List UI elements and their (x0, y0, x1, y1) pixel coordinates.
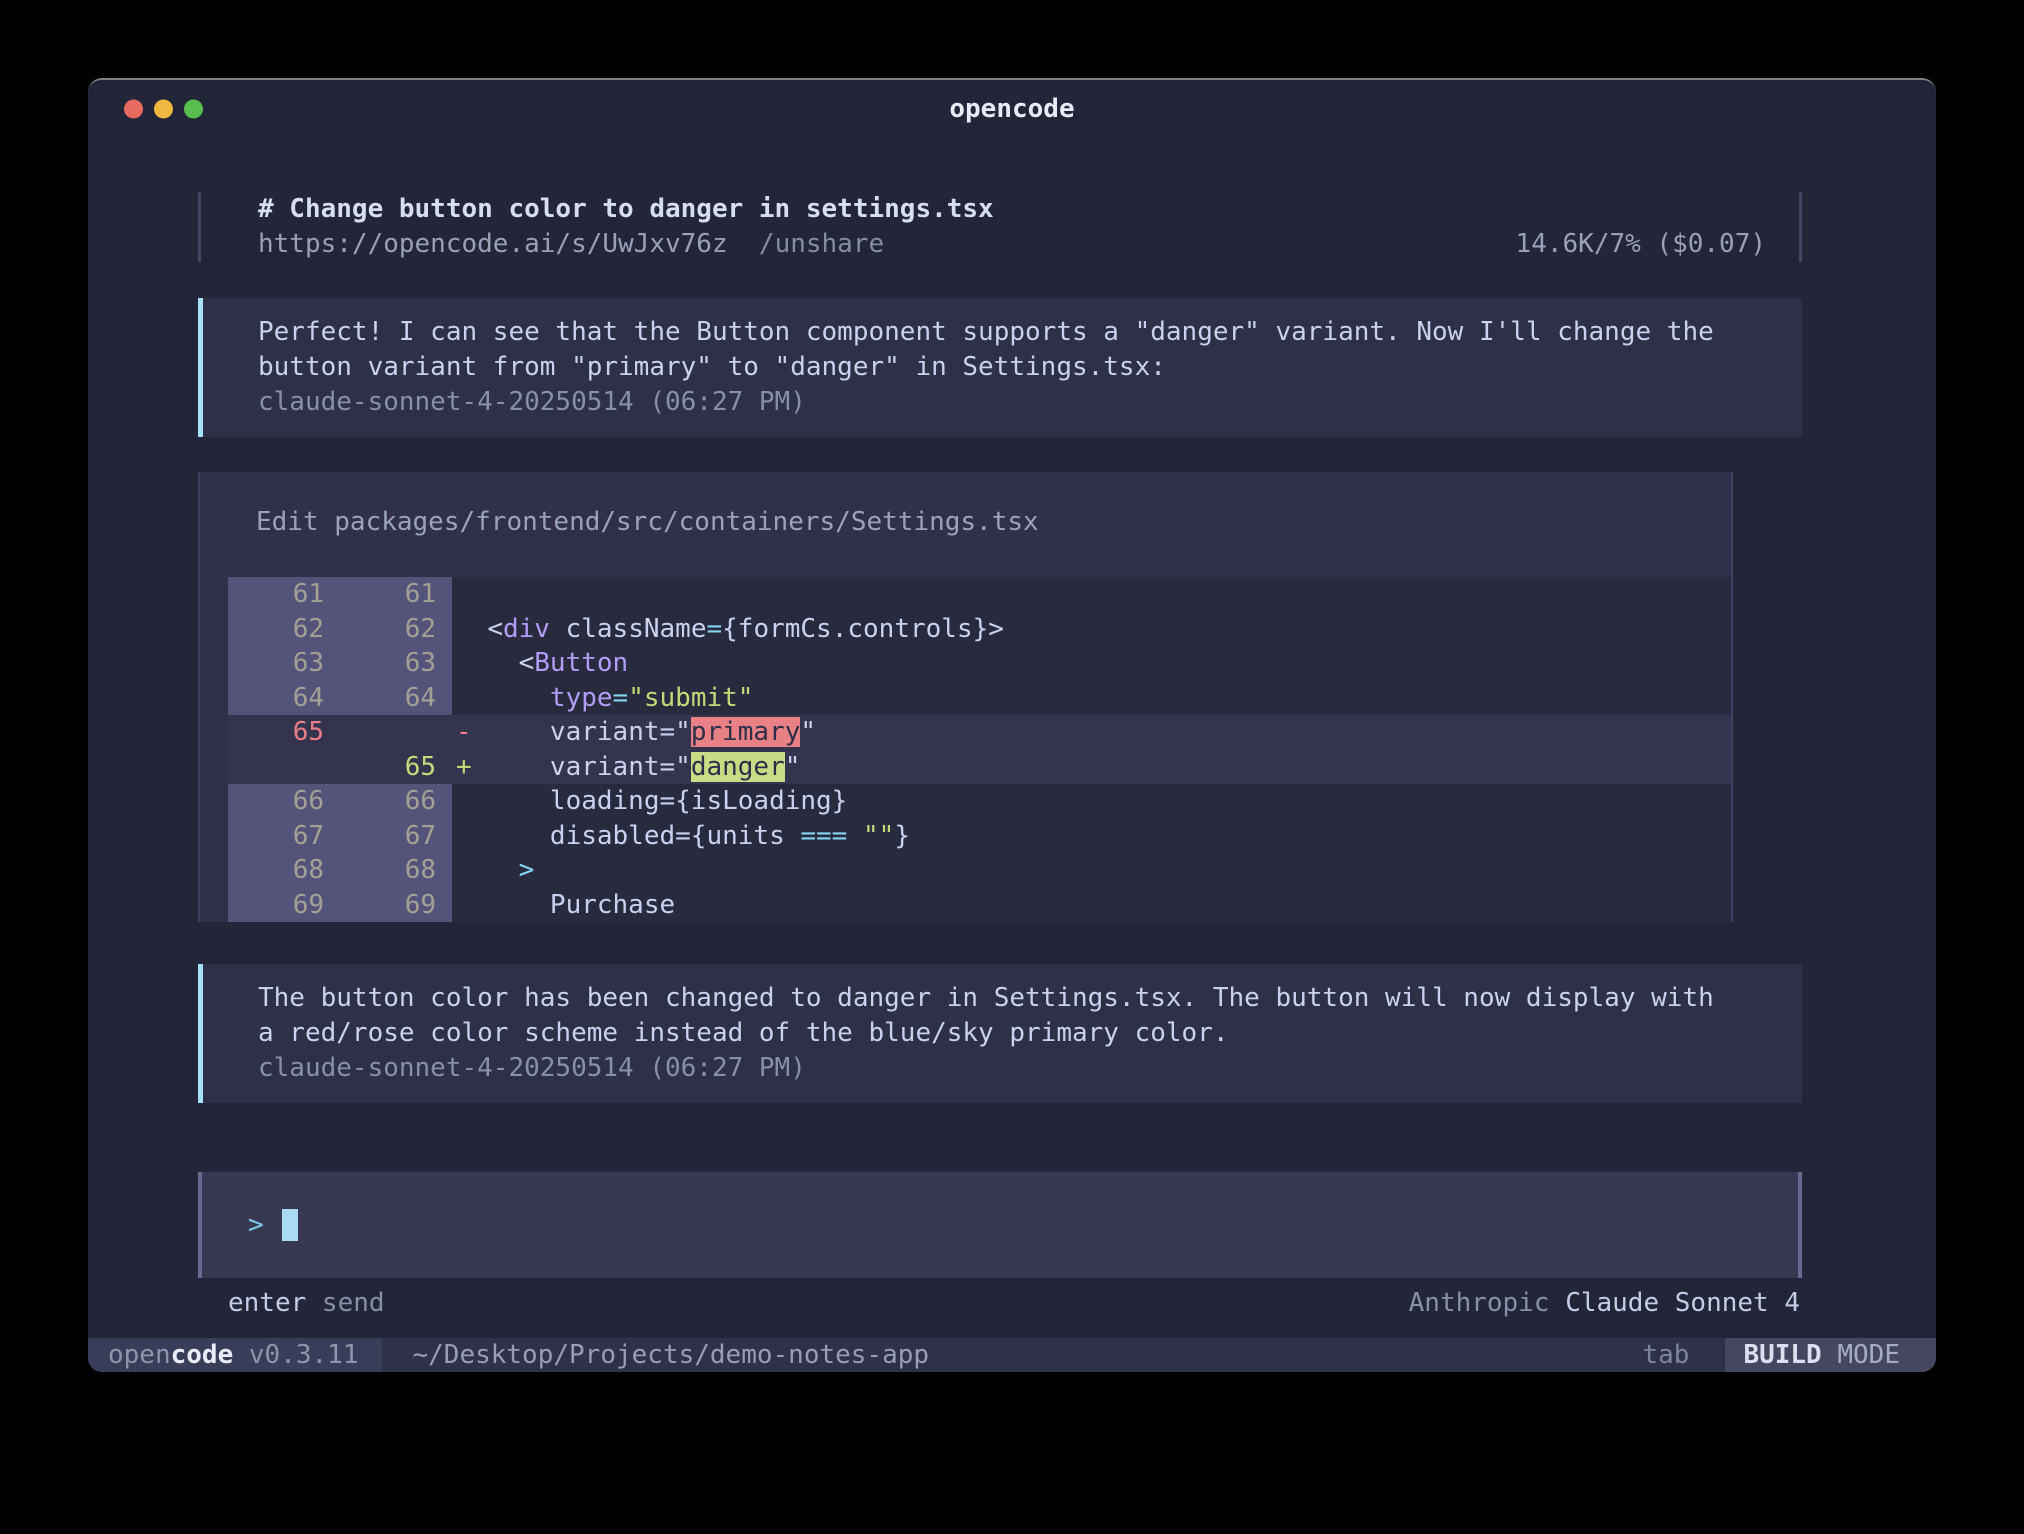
line-number-new: 65 (340, 750, 452, 785)
code-line (452, 577, 1731, 612)
line-number-old: 62 (228, 612, 340, 647)
message-text-line: The button color has been changed to dan… (258, 981, 1782, 1016)
message-text-line: a red/rose color scheme instead of the b… (258, 1016, 1782, 1051)
app-name-open: open (108, 1340, 171, 1370)
code-line: type="submit" (452, 681, 1731, 716)
diff-row: 6262 <div className={formCs.controls}> (228, 612, 1731, 647)
zoom-button[interactable] (184, 100, 203, 119)
line-number-old: 67 (228, 819, 340, 854)
code-line: disabled={units === ""} (452, 819, 1731, 854)
diff-row: 6767 disabled={units === ""} (228, 819, 1731, 854)
prompt-input[interactable]: > (198, 1172, 1802, 1278)
diff-row: 6363 <Button (228, 646, 1731, 681)
edit-tool-header: Edit packages/frontend/src/containers/Se… (200, 472, 1731, 577)
hint-key: enter (228, 1288, 306, 1318)
model-hint: Anthropic Claude Sonnet 4 (1409, 1286, 1800, 1321)
app-name-code: code (171, 1340, 234, 1370)
diff-row: 6868 > (228, 853, 1731, 888)
edit-tool-panel: Edit packages/frontend/src/containers/Se… (198, 472, 1733, 922)
window-title: opencode (949, 94, 1074, 124)
session-header-row2: https://opencode.ai/s/UwJxv76z /unshare … (258, 227, 1766, 262)
line-number-old (228, 750, 340, 785)
code-line: - variant="primary" (452, 715, 1731, 750)
line-number-old: 66 (228, 784, 340, 819)
working-directory: ~/Desktop/Projects/demo-notes-app (412, 1340, 929, 1370)
code-line: <div className={formCs.controls}> (452, 612, 1731, 647)
session-title: # Change button color to danger in setti… (258, 192, 1766, 227)
line-number-old: 64 (228, 681, 340, 716)
code-line: loading={isLoading} (452, 784, 1731, 819)
build-mode-bold: BUILD (1743, 1340, 1821, 1370)
line-number-new: 63 (340, 646, 452, 681)
model-label: Claude Sonnet 4 (1565, 1288, 1800, 1318)
app-badge: opencode v0.3.11 (88, 1338, 382, 1372)
message-meta: claude-sonnet-4-20250514 (06:27 PM) (258, 1051, 1782, 1086)
assistant-message: Perfect! I can see that the Button compo… (198, 298, 1802, 437)
line-number-old: 61 (228, 577, 340, 612)
share-url[interactable]: https://opencode.ai/s/UwJxv76z (258, 229, 728, 259)
code-line: + variant="danger" (452, 750, 1731, 785)
line-number-old: 68 (228, 853, 340, 888)
code-line: > (452, 853, 1731, 888)
line-number-old: 65 (228, 715, 340, 750)
line-number-new: 69 (340, 888, 452, 923)
send-hint: enter send (228, 1286, 385, 1321)
assistant-message: The button color has been changed to dan… (198, 964, 1802, 1103)
line-number-new: 62 (340, 612, 452, 647)
app-version: v0.3.11 (233, 1340, 358, 1370)
opencode-window: opencode # Change button color to danger… (88, 78, 1936, 1372)
mode-switch-key[interactable]: tab (1642, 1340, 1689, 1370)
diff-row: 6666 loading={isLoading} (228, 784, 1731, 819)
line-number-new: 61 (340, 577, 452, 612)
line-number-new: 64 (340, 681, 452, 716)
message-meta: claude-sonnet-4-20250514 (06:27 PM) (258, 385, 1782, 420)
provider-label: Anthropic (1409, 1288, 1566, 1318)
line-number-old: 63 (228, 646, 340, 681)
titlebar: opencode (88, 80, 1936, 138)
diff-table: 61616262 <div className={formCs.controls… (228, 577, 1731, 922)
diff-row: 6161 (228, 577, 1731, 612)
hint-action: send (306, 1288, 384, 1318)
diff-row: 65+ variant="danger" (228, 750, 1731, 785)
line-number-new: 67 (340, 819, 452, 854)
context-stats: 14.6K/7% ($0.07) (1516, 227, 1766, 262)
diff-row: 6969 Purchase (228, 888, 1731, 923)
code-line: <Button (452, 646, 1731, 681)
line-number-new: 68 (340, 853, 452, 888)
line-number-old: 69 (228, 888, 340, 923)
message-text-line: button variant from "primary" to "danger… (258, 350, 1782, 385)
text-cursor (282, 1209, 298, 1241)
session-header: # Change button color to danger in setti… (198, 192, 1802, 262)
unshare-command[interactable]: /unshare (728, 229, 885, 259)
hint-row: enter send Anthropic Claude Sonnet 4 (198, 1286, 1802, 1321)
traffic-lights (124, 100, 203, 119)
code-line: Purchase (452, 888, 1731, 923)
statusbar: opencode v0.3.11 ~/Desktop/Projects/demo… (88, 1338, 1936, 1372)
build-mode-badge: BUILD MODE (1725, 1338, 1936, 1372)
diff-row: 6464 type="submit" (228, 681, 1731, 716)
diff-row: 65 - variant="primary" (228, 715, 1731, 750)
close-button[interactable] (124, 100, 143, 119)
minimize-button[interactable] (154, 100, 173, 119)
build-mode-word: MODE (1822, 1340, 1900, 1370)
share-url-group: https://opencode.ai/s/UwJxv76z /unshare (258, 227, 884, 262)
line-number-new: 66 (340, 784, 452, 819)
line-number-new (340, 715, 452, 750)
message-text-line: Perfect! I can see that the Button compo… (258, 315, 1782, 350)
prompt-chevron: > (248, 1210, 264, 1240)
